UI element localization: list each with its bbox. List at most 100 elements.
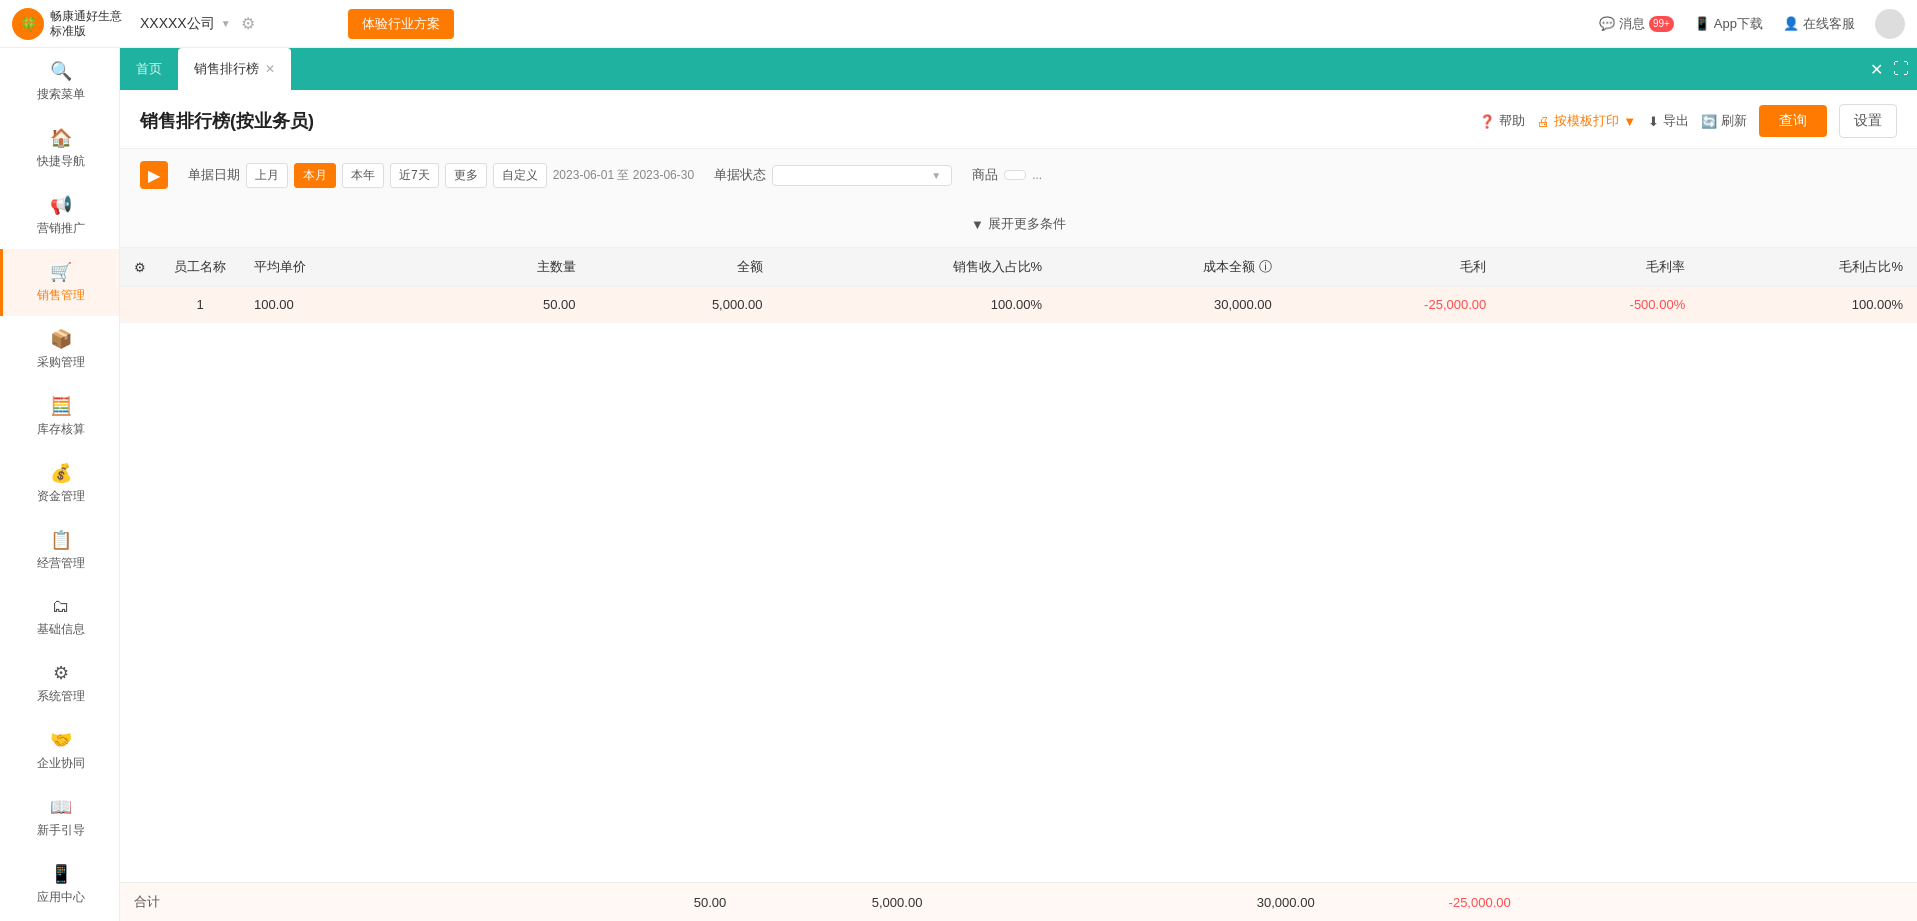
row-rank: 1 (160, 287, 240, 323)
sidebar-item-label: 应用中心 (37, 889, 85, 906)
refresh-btn[interactable]: 🔄 刷新 (1701, 112, 1747, 130)
home-icon: 🏠 (50, 127, 72, 149)
app-center-icon: 📱 (50, 863, 72, 885)
row-cost: 30,000.00 (1056, 287, 1286, 323)
tab-close-icon[interactable]: ✕ (265, 62, 275, 76)
company-selector[interactable]: XXXXX公司 ▼ ⚙ (140, 14, 340, 33)
col-rank: 员工名称 (160, 248, 240, 287)
col-cost: 成本全额 ⓘ (1056, 248, 1286, 287)
tab-sales-rank-label: 销售排行榜 (194, 60, 259, 78)
message-btn[interactable]: 💬 消息 99+ (1599, 15, 1674, 33)
status-select-arrow-icon: ▼ (931, 170, 941, 181)
industry-btn[interactable]: 体验行业方案 (348, 9, 454, 39)
query-btn[interactable]: 查询 (1759, 105, 1827, 137)
sidebar-item-inventory[interactable]: 🧮 库存核算 (0, 383, 119, 450)
goods-input[interactable] (1004, 170, 1026, 180)
table-container: ⚙ 员工名称 平均单价 主数量 全额 销售收入占比% 成本全额 ⓘ 毛利 毛利率… (120, 248, 1917, 882)
sidebar-item-guide[interactable]: 📖 新手引导 (0, 784, 119, 851)
row-gross-pct: 100.00% (1699, 287, 1917, 323)
refresh-icon: 🔄 (1701, 114, 1717, 129)
status-filter-group: 单据状态 ▼ (714, 165, 952, 186)
logo-icon: 🍀 (12, 8, 44, 40)
main-layout: 🔍 搜索菜单 🏠 快捷导航 📢 营销推广 🛒 销售管理 📦 采购管理 🧮 库存核… (0, 48, 1917, 921)
goods-filter-group: 商品 ... (972, 166, 1042, 184)
inventory-icon: 🧮 (50, 395, 72, 417)
help-btn[interactable]: ❓ 帮助 (1479, 112, 1525, 130)
finance-icon: 💰 (50, 462, 72, 484)
expand-more-icon: ▼ (971, 217, 984, 232)
more-filter-icon[interactable]: ... (1032, 168, 1042, 182)
row-settings (120, 287, 160, 323)
tab-home[interactable]: 首页 (120, 48, 178, 90)
date-filter-label: 单据日期 (188, 166, 240, 184)
sidebar-item-marketing[interactable]: 📢 营销推广 (0, 182, 119, 249)
print-btn[interactable]: 🖨 按模板打印 ▼ (1537, 112, 1636, 130)
date-btn-7days[interactable]: 近7天 (390, 163, 439, 188)
footer-total: 5,000.00 (726, 895, 922, 910)
app-download-btn[interactable]: 📱 App下载 (1694, 15, 1763, 33)
online-service-btn[interactable]: 👤 在线客服 (1783, 15, 1855, 33)
sidebar-item-sales[interactable]: 🛒 销售管理 (0, 249, 119, 316)
goods-filter-label: 商品 (972, 166, 998, 184)
col-sales-pct: 销售收入占比% (777, 248, 1057, 287)
sidebar-item-label: 资金管理 (37, 488, 85, 505)
tab-bar: 首页 销售排行榜 ✕ ✕ ⛶ (120, 48, 1917, 90)
status-select[interactable]: ▼ (772, 165, 952, 186)
app-icon: 📱 (1694, 16, 1710, 31)
top-bar: 🍀 畅康通好生意 标准版 XXXXX公司 ▼ ⚙ 体验行业方案 💬 消息 99+… (0, 0, 1917, 48)
sidebar-item-finance[interactable]: 💰 资金管理 (0, 450, 119, 517)
tab-sales-rank[interactable]: 销售排行榜 ✕ (178, 48, 291, 90)
filter-expand-btn[interactable]: ▶ (140, 161, 168, 189)
sidebar-item-quick-nav[interactable]: 🏠 快捷导航 (0, 115, 119, 182)
sidebar-item-purchase[interactable]: 📦 采购管理 (0, 316, 119, 383)
sidebar-item-enterprise-collab[interactable]: 🤝 企业协同 (0, 717, 119, 784)
sidebar-item-label: 基础信息 (37, 621, 85, 638)
date-btn-this-year[interactable]: 本年 (342, 163, 384, 188)
message-icon: 💬 (1599, 16, 1615, 31)
operation-icon: 📋 (50, 529, 72, 551)
row-sales-pct: 100.00% (777, 287, 1057, 323)
sidebar-item-label: 销售管理 (37, 287, 85, 304)
sidebar-item-label: 搜索菜单 (37, 86, 85, 103)
avatar[interactable] (1875, 9, 1905, 39)
date-btn-last-month[interactable]: 上月 (246, 163, 288, 188)
collab-icon: 🤝 (50, 729, 72, 751)
sidebar-item-app-center[interactable]: 📱 应用中心 (0, 851, 119, 918)
page-actions: ❓ 帮助 🖨 按模板打印 ▼ ⬇ 导出 🔄 刷新 (1479, 104, 1897, 138)
purchase-icon: 📦 (50, 328, 72, 350)
date-btn-more[interactable]: 更多 (445, 163, 487, 188)
col-total: 全额 (590, 248, 777, 287)
footer-gross: -25,000.00 (1315, 895, 1511, 910)
sidebar-item-label: 库存核算 (37, 421, 85, 438)
date-btn-custom[interactable]: 自定义 (493, 163, 547, 188)
message-label: 消息 (1619, 15, 1645, 33)
print-dropdown-icon: ▼ (1623, 114, 1636, 129)
sidebar-item-label: 经营管理 (37, 555, 85, 572)
date-filter-group: 单据日期 上月 本月 本年 近7天 更多 自定义 2023-06-01 至 20… (188, 163, 694, 188)
export-btn[interactable]: ⬇ 导出 (1648, 112, 1689, 130)
export-label: 导出 (1663, 112, 1689, 130)
table-header-row: ⚙ 员工名称 平均单价 主数量 全额 销售收入占比% 成本全额 ⓘ 毛利 毛利率… (120, 248, 1917, 287)
sidebar-item-search[interactable]: 🔍 搜索菜单 (0, 48, 119, 115)
tab-restore-icon[interactable]: ⛶ (1893, 60, 1909, 78)
sidebar-item-system[interactable]: ⚙ 系统管理 (0, 650, 119, 717)
tab-bar-right: ✕ ⛶ (1870, 60, 1917, 79)
tab-close-window-icon[interactable]: ✕ (1870, 60, 1883, 79)
sidebar-item-operation[interactable]: 📋 经营管理 (0, 517, 119, 584)
company-gear-icon[interactable]: ⚙ (241, 14, 255, 33)
app-label: App下载 (1714, 15, 1763, 33)
system-icon: ⚙ (53, 662, 69, 684)
sidebar-item-basic[interactable]: 🗂 基础信息 (0, 584, 119, 650)
footer-cost: 30,000.00 (1119, 895, 1315, 910)
page-header: 销售排行榜(按业务员) ❓ 帮助 🖨 按模板打印 ▼ ⬇ 导出 (120, 90, 1917, 149)
settings-btn[interactable]: 设置 (1839, 104, 1897, 138)
row-avg-price: 100.00 (240, 287, 430, 323)
expand-more-btn[interactable]: ▼ 展开更多条件 (140, 209, 1897, 235)
col-settings[interactable]: ⚙ (120, 248, 160, 287)
top-bar-right: 💬 消息 99+ 📱 App下载 👤 在线客服 (1599, 9, 1905, 39)
col-gross-pct: 毛利占比% (1699, 248, 1917, 287)
row-total: 5,000.00 (590, 287, 777, 323)
date-btn-this-month[interactable]: 本月 (294, 163, 336, 188)
row-main-qty: 50.00 (430, 287, 589, 323)
company-dropdown-icon[interactable]: ▼ (221, 18, 231, 29)
